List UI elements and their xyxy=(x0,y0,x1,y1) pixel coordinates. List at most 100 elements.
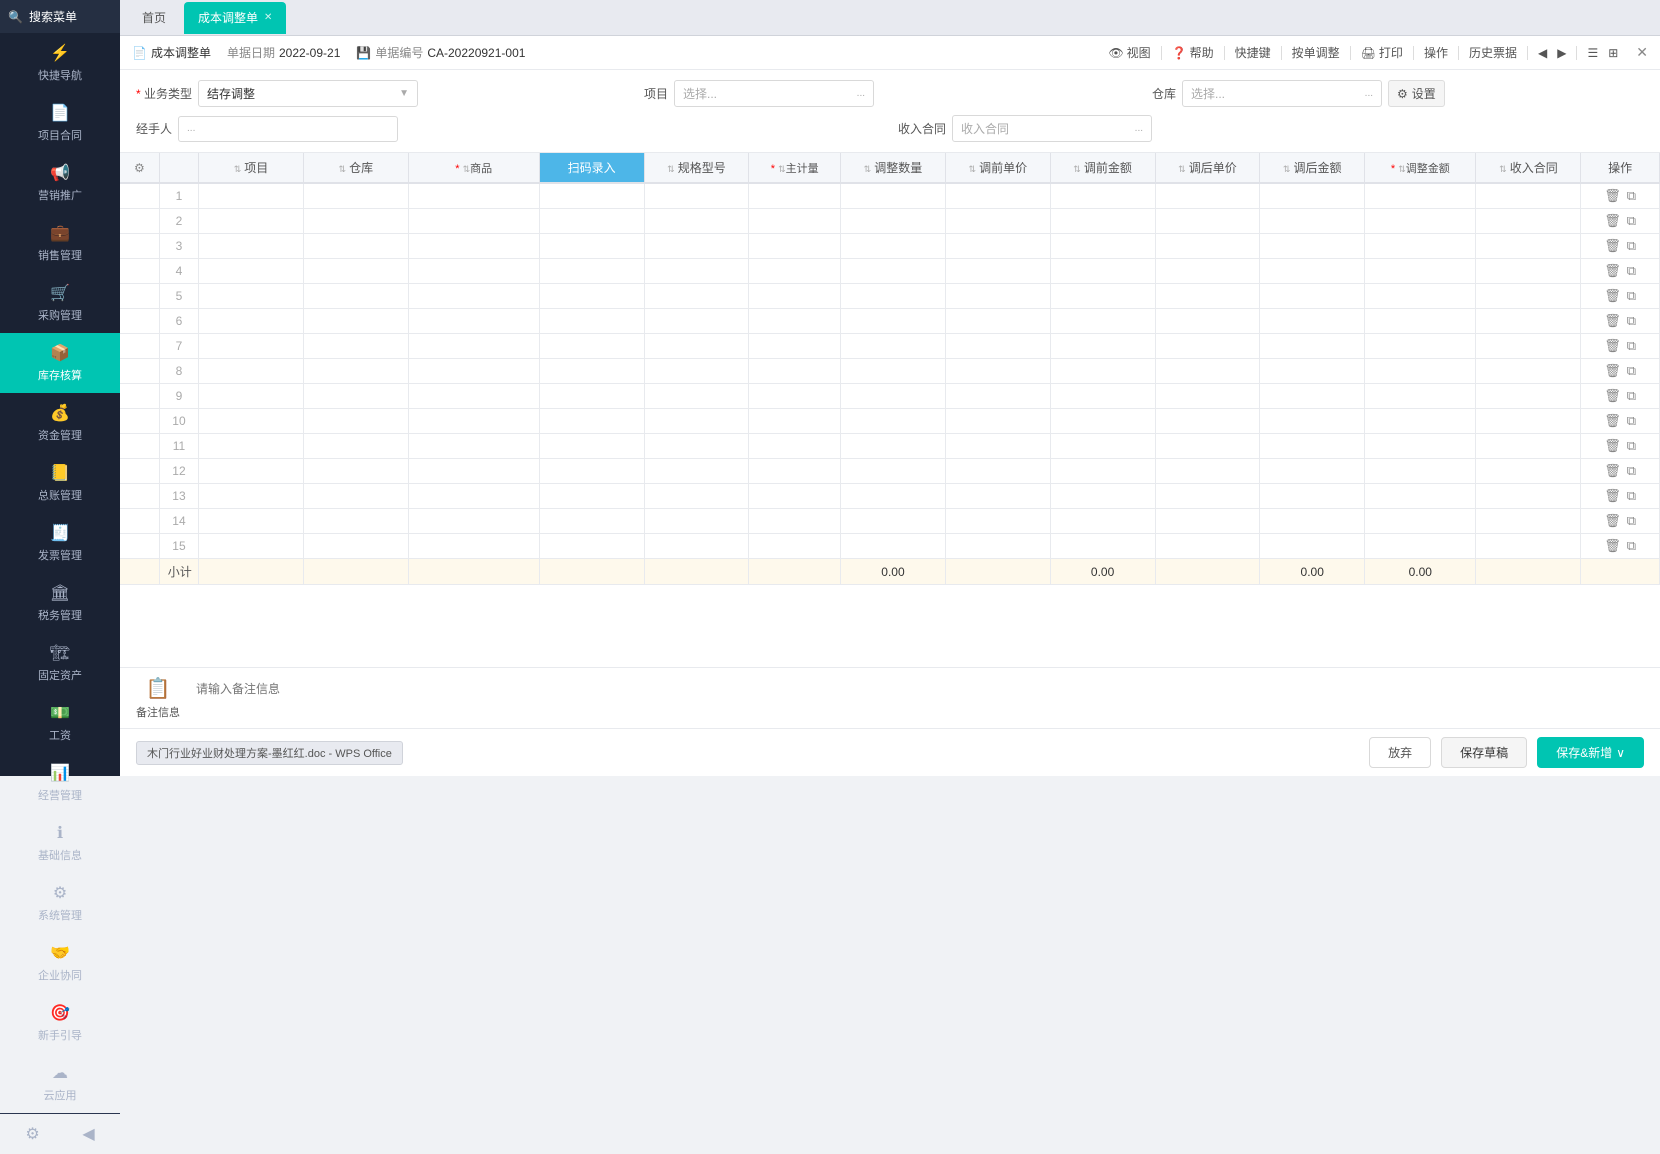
operation-button[interactable]: 操作 xyxy=(1424,44,1448,61)
table-row[interactable]: 2🗑⧉ xyxy=(120,209,1660,234)
shortcut-button[interactable]: 快捷键 xyxy=(1235,44,1271,61)
view-button[interactable]: 👁 视图 xyxy=(1108,44,1150,61)
collapse-icon[interactable]: ◀ xyxy=(82,1124,94,1144)
sidebar-item-invoice[interactable]: 🧾 发票管理 xyxy=(0,513,120,573)
table-row[interactable]: 15🗑⧉ xyxy=(120,534,1660,559)
delete-icon[interactable]: 🗑 xyxy=(1604,313,1621,329)
nav-prev-button[interactable]: ◀ xyxy=(1538,46,1547,60)
table-row[interactable]: 10🗑⧉ xyxy=(120,409,1660,434)
delete-icon[interactable]: 🗑 xyxy=(1604,388,1621,404)
table-row[interactable]: 6🗑⧉ xyxy=(120,309,1660,334)
table-row[interactable]: 12🗑⧉ xyxy=(120,459,1660,484)
delete-icon[interactable]: 🗑 xyxy=(1604,238,1621,254)
table-row[interactable]: 1🗑⧉ xyxy=(120,183,1660,209)
project-dots[interactable]: ... xyxy=(857,88,865,99)
copy-icon[interactable]: ⧉ xyxy=(1627,313,1636,329)
table-row[interactable]: 7🗑⧉ xyxy=(120,334,1660,359)
discard-button[interactable]: 放弃 xyxy=(1369,737,1431,768)
warehouse-settings-button[interactable]: ⚙ 设置 xyxy=(1388,80,1445,107)
copy-icon[interactable]: ⧉ xyxy=(1627,463,1636,479)
sidebar-item-finance[interactable]: 💰 资金管理 xyxy=(0,393,120,453)
settings-icon[interactable]: ⚙ xyxy=(25,1124,39,1144)
warehouse-input[interactable]: 选择... ... xyxy=(1182,80,1382,107)
delete-icon[interactable]: 🗑 xyxy=(1604,213,1621,229)
table-row[interactable]: 11🗑⧉ xyxy=(120,434,1660,459)
taskbar-item[interactable]: 木门行业好业财处理方案-墨红红.doc - WPS Office xyxy=(136,741,403,765)
history-button[interactable]: 历史票据 xyxy=(1469,44,1517,61)
window-close-button[interactable]: ✕ xyxy=(1636,44,1648,61)
copy-icon[interactable]: ⧉ xyxy=(1627,263,1636,279)
review-button[interactable]: 按单调整 xyxy=(1292,44,1340,61)
table-row[interactable]: 3🗑⧉ xyxy=(120,234,1660,259)
table-row[interactable]: 5🗑⧉ xyxy=(120,284,1660,309)
sidebar-item-purchase-mgmt[interactable]: 🛒 采购管理 xyxy=(0,273,120,333)
gear-icon[interactable]: ⚙ xyxy=(134,161,145,175)
tab-cost-adjust[interactable]: 成本调整单 ✕ xyxy=(184,2,286,34)
copy-icon[interactable]: ⧉ xyxy=(1627,538,1636,554)
tab-close-button[interactable]: ✕ xyxy=(264,12,272,23)
nav-next-button[interactable]: ▶ xyxy=(1557,46,1566,60)
sidebar-item-sales-mgmt[interactable]: 💼 销售管理 xyxy=(0,213,120,273)
copy-icon[interactable]: ⧉ xyxy=(1627,238,1636,254)
delete-icon[interactable]: 🗑 xyxy=(1604,463,1621,479)
handler-dots[interactable]: ... xyxy=(187,123,195,134)
th-gear[interactable]: ⚙ xyxy=(120,153,159,183)
handler-input[interactable]: ... xyxy=(178,116,398,142)
sidebar-item-new-guide[interactable]: 🎯 新手引导 xyxy=(0,993,120,1053)
copy-icon[interactable]: ⧉ xyxy=(1627,413,1636,429)
table-row[interactable]: 4🗑⧉ xyxy=(120,259,1660,284)
sidebar-item-fixed-assets[interactable]: 🏗 固定资产 xyxy=(0,633,120,693)
table-row[interactable]: 14🗑⧉ xyxy=(120,509,1660,534)
help-button[interactable]: ❓ 帮助 xyxy=(1172,44,1214,61)
copy-icon[interactable]: ⧉ xyxy=(1627,188,1636,204)
sidebar-item-ledger[interactable]: 📒 总账管理 xyxy=(0,453,120,513)
delete-icon[interactable]: 🗑 xyxy=(1604,288,1621,304)
table-row[interactable]: 13🗑⧉ xyxy=(120,484,1660,509)
grid-view-button[interactable]: ☰ xyxy=(1587,46,1598,60)
sidebar-item-tax[interactable]: 🏛 税务管理 xyxy=(0,573,120,633)
copy-icon[interactable]: ⧉ xyxy=(1627,438,1636,454)
copy-icon[interactable]: ⧉ xyxy=(1627,513,1636,529)
delete-icon[interactable]: 🗑 xyxy=(1604,338,1621,354)
sidebar-item-project-contract[interactable]: 📄 项目合同 xyxy=(0,93,120,153)
table-cell xyxy=(1050,334,1155,359)
sidebar-item-corp-collab[interactable]: 🤝 企业协同 xyxy=(0,933,120,993)
sidebar-item-sales-promo[interactable]: 📢 营销推广 xyxy=(0,153,120,213)
delete-icon[interactable]: 🗑 xyxy=(1604,488,1621,504)
split-view-button[interactable]: ⊞ xyxy=(1608,46,1618,60)
project-input[interactable]: 选择... ... xyxy=(674,80,874,107)
th-scan[interactable]: 扫码录入 xyxy=(539,153,644,183)
tab-home[interactable]: 首页 xyxy=(128,2,180,34)
save-new-button[interactable]: 保存&新增 ∨ xyxy=(1537,737,1644,768)
sidebar-item-quick-nav[interactable]: ⚡ 快捷导航 xyxy=(0,33,120,93)
delete-icon[interactable]: 🗑 xyxy=(1604,413,1621,429)
delete-icon[interactable]: 🗑 xyxy=(1604,363,1621,379)
copy-icon[interactable]: ⧉ xyxy=(1627,363,1636,379)
remarks-input[interactable] xyxy=(192,676,1644,712)
table-row[interactable]: 9🗑⧉ xyxy=(120,384,1660,409)
delete-icon[interactable]: 🗑 xyxy=(1604,438,1621,454)
biz-type-input[interactable]: 结存调整 ▼ xyxy=(198,80,418,107)
delete-icon[interactable]: 🗑 xyxy=(1604,538,1621,554)
print-button[interactable]: 🖨 打印 xyxy=(1361,44,1403,61)
copy-icon[interactable]: ⧉ xyxy=(1627,288,1636,304)
sidebar-item-inventory[interactable]: 📦 库存核算 xyxy=(0,333,120,393)
copy-icon[interactable]: ⧉ xyxy=(1627,213,1636,229)
delete-icon[interactable]: 🗑 xyxy=(1604,263,1621,279)
income-contract-input[interactable]: 收入合同 ... xyxy=(952,115,1152,142)
copy-icon[interactable]: ⧉ xyxy=(1627,388,1636,404)
income-contract-dots[interactable]: ... xyxy=(1135,123,1143,134)
warehouse-dots[interactable]: ... xyxy=(1365,88,1373,99)
sidebar-item-cloud-app[interactable]: ☁ 云应用 xyxy=(0,1053,120,1113)
delete-icon[interactable]: 🗑 xyxy=(1604,188,1621,204)
sidebar-search[interactable]: 🔍 搜索菜单 xyxy=(0,0,120,33)
sidebar-item-sys-mgmt[interactable]: ⚙ 系统管理 xyxy=(0,873,120,933)
sidebar-item-payroll[interactable]: 💵 工资 xyxy=(0,693,120,753)
sidebar-item-basic-info[interactable]: ℹ 基础信息 xyxy=(0,813,120,873)
copy-icon[interactable]: ⧉ xyxy=(1627,488,1636,504)
sidebar-item-operations[interactable]: 📊 经营管理 xyxy=(0,753,120,813)
save-draft-button[interactable]: 保存草稿 xyxy=(1441,737,1527,768)
table-row[interactable]: 8🗑⧉ xyxy=(120,359,1660,384)
copy-icon[interactable]: ⧉ xyxy=(1627,338,1636,354)
delete-icon[interactable]: 🗑 xyxy=(1604,513,1621,529)
